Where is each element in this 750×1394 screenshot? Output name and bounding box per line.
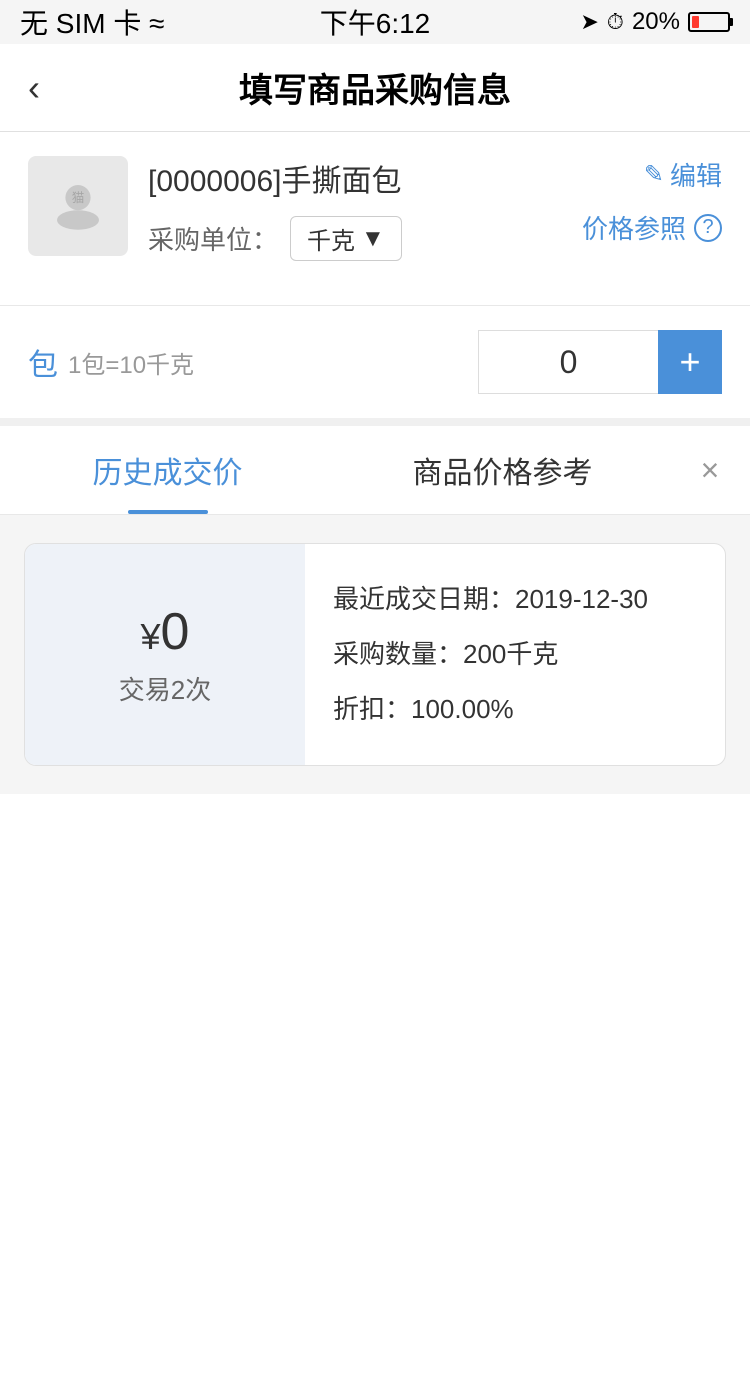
price-value: 0 [161, 603, 190, 661]
purchase-qty-value: 200千克 [463, 639, 558, 669]
discount-value: 100.00% [411, 694, 514, 724]
svg-text:猫: 猫 [72, 191, 85, 205]
unit-label: 采购单位： [148, 220, 278, 257]
discount-row: 折扣：100.00% [333, 690, 697, 729]
currency-symbol: ¥ [141, 616, 161, 657]
tabs-section: 历史成交价 商品价格参考 × [0, 426, 750, 515]
purchase-qty-row: 采购数量：200千克 [333, 635, 697, 674]
status-signal: 无 SIM 卡 ≈ [20, 2, 165, 42]
status-time: 下午6:12 [320, 2, 431, 42]
location-icon: ➤ [580, 9, 598, 35]
bag-label: 包 [28, 340, 58, 384]
product-name: [0000006]手撕面包 [148, 156, 402, 200]
price-display: ¥0 [141, 602, 190, 662]
product-header-right: ✎ 编辑 价格参照 ? [582, 156, 722, 246]
tab-underline [128, 510, 208, 514]
edit-button[interactable]: ✎ 编辑 [644, 156, 722, 193]
tab-history-price[interactable]: 历史成交价 [0, 426, 335, 514]
price-card-section: ¥0 交易2次 最近成交日期：2019-12-30 采购数量：200千克 折扣：… [0, 515, 750, 794]
back-button[interactable]: ‹ [28, 67, 40, 109]
unit-select-dropdown[interactable]: 千克 ▼ [290, 216, 402, 261]
quantity-plus-button[interactable]: + [658, 330, 722, 394]
product-section: 猫 [0000006]手撕面包 采购单位： 千克 ▼ ✎ 编辑 [0, 132, 750, 306]
bag-sub-label: 1包=10千克 [68, 345, 194, 380]
edit-label: 编辑 [670, 156, 722, 193]
discount-label: 折扣： [333, 694, 411, 724]
trade-count: 交易2次 [119, 670, 211, 707]
product-left: 猫 [0000006]手撕面包 采购单位： 千克 ▼ [28, 156, 402, 261]
edit-icon: ✎ [644, 160, 664, 189]
product-info: [0000006]手撕面包 采购单位： 千克 ▼ [148, 156, 402, 261]
product-thumbnail: 猫 [28, 156, 128, 256]
quantity-input[interactable]: 0 [478, 330, 658, 394]
quantity-label: 包 1包=10千克 [28, 340, 194, 384]
alarm-icon: ⏱ [607, 9, 624, 35]
status-bar: 无 SIM 卡 ≈ 下午6:12 ➤ ⏱ 20% [0, 0, 750, 44]
quantity-value: 0 [560, 344, 578, 381]
dropdown-chevron-icon: ▼ [361, 225, 385, 253]
tab-product-price-ref[interactable]: 商品价格参考 [335, 426, 670, 514]
purchase-qty-label: 采购数量： [333, 639, 463, 669]
help-icon: ? [694, 214, 722, 242]
price-ref-label: 价格参照 [582, 209, 686, 246]
price-card-left: ¥0 交易2次 [25, 544, 305, 765]
recent-date-label: 最近成交日期： [333, 584, 515, 614]
unit-value: 千克 [307, 221, 355, 256]
close-icon: × [701, 452, 720, 489]
tab1-label: 历史成交价 [93, 448, 243, 492]
page-title: 填写商品采购信息 [239, 63, 511, 112]
plus-icon: + [679, 344, 700, 380]
tab-close-button[interactable]: × [670, 426, 750, 514]
page-rest [0, 794, 750, 1394]
quantity-control: 0 + [478, 330, 722, 394]
battery-fill [692, 16, 699, 28]
tab2-label: 商品价格参考 [413, 448, 593, 492]
price-card: ¥0 交易2次 最近成交日期：2019-12-30 采购数量：200千克 折扣：… [24, 543, 726, 766]
battery-percent: 20% [632, 8, 680, 36]
battery-icon [688, 12, 730, 32]
quantity-section: 包 1包=10千克 0 + [0, 306, 750, 426]
nav-bar: ‹ 填写商品采购信息 [0, 44, 750, 132]
product-unit-row: 采购单位： 千克 ▼ [148, 216, 402, 261]
recent-date-row: 最近成交日期：2019-12-30 [333, 580, 697, 619]
price-card-right: 最近成交日期：2019-12-30 采购数量：200千克 折扣：100.00% [305, 544, 725, 765]
product-image-icon: 猫 [43, 171, 113, 241]
price-ref-button[interactable]: 价格参照 ? [582, 209, 722, 246]
status-right-group: ➤ ⏱ 20% [580, 8, 730, 36]
recent-date-value: 2019-12-30 [515, 584, 648, 614]
